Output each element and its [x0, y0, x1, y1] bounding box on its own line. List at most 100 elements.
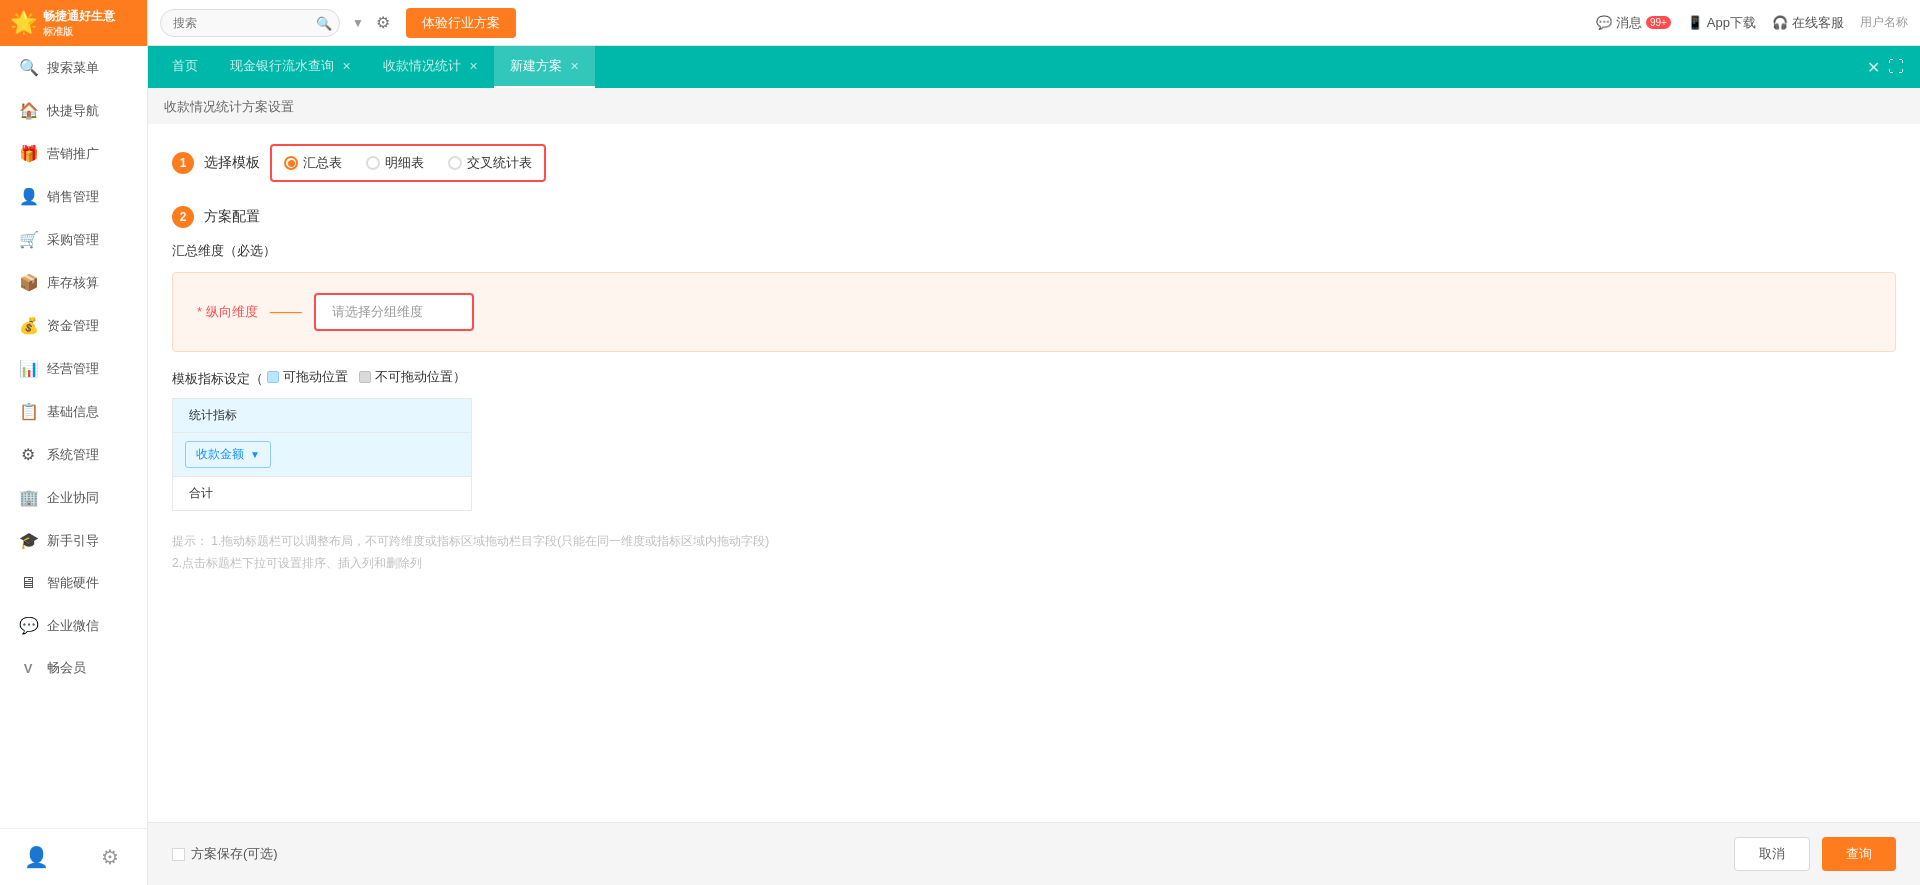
template-option-cross[interactable]: 交叉统计表: [448, 154, 532, 172]
draggable-text: 可拖动位置: [283, 368, 348, 386]
template-options-box: 汇总表 明细表 交叉统计表: [270, 144, 546, 182]
tag-dropdown-icon: ▼: [250, 449, 260, 460]
search-icon: 🔍: [316, 15, 332, 30]
dimension-row: * 纵向维度 —— 请选择分组维度: [197, 293, 1871, 331]
notification-item[interactable]: 💬 消息 99+: [1596, 14, 1671, 32]
collection-amount-tag[interactable]: 收款金额 ▼: [185, 441, 271, 468]
sidebar-settings[interactable]: ⚙: [74, 837, 148, 877]
sidebar-item-label: 智能硬件: [47, 574, 99, 592]
sidebar-item-label: 采购管理: [47, 231, 99, 249]
logo-icon: 🌟: [10, 10, 37, 36]
sidebar-item-label: 经营管理: [47, 360, 99, 378]
username-label: 用户名称: [1860, 14, 1908, 31]
radio-summary-icon: [284, 156, 298, 170]
footer-area: 方案保存(可选) 取消 查询: [148, 822, 1920, 885]
avatar1-icon: 👤: [24, 845, 49, 869]
sidebar-item-new-guide[interactable]: 🎓 新手引导: [0, 519, 147, 562]
sidebar-item-capital[interactable]: 💰 资金管理: [0, 304, 147, 347]
clipboard-icon: 📋: [19, 402, 37, 421]
tab-bank-flow[interactable]: 现金银行流水查询 ✕: [214, 46, 367, 88]
template-option-summary[interactable]: 汇总表: [284, 154, 342, 172]
tab-new-plan[interactable]: 新建方案 ✕: [494, 46, 595, 88]
tab-bank-flow-label: 现金银行流水查询: [230, 57, 334, 75]
tab-bank-flow-close-icon[interactable]: ✕: [342, 60, 351, 73]
metrics-sum-row: 合计: [173, 477, 471, 510]
step2-header: 2 方案配置: [172, 206, 1896, 228]
sidebar-item-sys-mgmt[interactable]: ⚙ 系统管理: [0, 433, 147, 476]
metrics-label: 模板指标设定（ 可拖动位置 不可拖动位置）: [172, 368, 1896, 388]
sidebar-item-label: 系统管理: [47, 446, 99, 464]
sidebar-item-operations[interactable]: 📊 经营管理: [0, 347, 147, 390]
right-arrow-icon: ——: [270, 303, 302, 321]
topbar-right: 💬 消息 99+ 📱 App下载 🎧 在线客服 用户名称: [1596, 14, 1908, 32]
step1-header: 1 选择模板 汇总表 明细表 交叉统计表: [172, 144, 1896, 182]
logo-badge: 标准版: [43, 25, 115, 39]
sidebar-avatar1[interactable]: 👤: [0, 837, 74, 877]
sidebar-item-label: 销售管理: [47, 188, 99, 206]
maximize-icon[interactable]: ⛶: [1888, 58, 1904, 76]
tips-section: 提示： 1.拖动标题栏可以调整布局，不可跨维度或指标区域拖动栏目字段(只能在同一…: [172, 531, 1896, 574]
query-button[interactable]: 查询: [1822, 837, 1896, 871]
sidebar-item-smart-hw[interactable]: 🖥 智能硬件: [0, 562, 147, 604]
tab-collection-stat[interactable]: 收款情况统计 ✕: [367, 46, 494, 88]
settings-icon: ⚙: [101, 845, 119, 869]
sidebar-item-corp-wechat[interactable]: 💬 企业微信: [0, 604, 147, 647]
sidebar-item-purchase[interactable]: 🛒 采购管理: [0, 218, 147, 261]
tabbar-right-controls: ✕ ⛶: [1867, 46, 1912, 88]
sidebar-item-label: 搜索菜单: [47, 59, 99, 77]
sidebar-item-label: 库存核算: [47, 274, 99, 292]
content-area: 收款情况统计方案设置 1 选择模板 汇总表 明细表: [148, 88, 1920, 885]
tabbar: 首页 现金银行流水查询 ✕ 收款情况统计 ✕ 新建方案 ✕ ✕ ⛶: [148, 46, 1920, 88]
sidebar-item-label: 新手引导: [47, 532, 99, 550]
tip-line2: 2.点击标题栏下拉可设置排序、插入列和删除列: [172, 553, 1896, 575]
metrics-tag-row: 收款金额 ▼: [173, 433, 471, 477]
gear-icon: ⚙: [19, 445, 37, 464]
home-icon: 🏠: [19, 101, 37, 120]
online-support-item[interactable]: 🎧 在线客服: [1772, 14, 1844, 32]
gift-icon: 🎁: [19, 144, 37, 163]
sidebar-item-corp-collab[interactable]: 🏢 企业协同: [0, 476, 147, 519]
sidebar-item-basic-info[interactable]: 📋 基础信息: [0, 390, 147, 433]
metrics-section: 模板指标设定（ 可拖动位置 不可拖动位置）: [172, 368, 1896, 511]
sidebar-item-inventory[interactable]: 📦 库存核算: [0, 261, 147, 304]
tab-home[interactable]: 首页: [156, 46, 214, 88]
dimension-label-text: 汇总维度（必选）: [172, 243, 276, 258]
sidebar-item-label: 企业协同: [47, 489, 99, 507]
save-plan-checkbox-label[interactable]: 方案保存(可选): [172, 845, 278, 863]
sidebar-item-label: 快捷导航: [47, 102, 99, 120]
sidebar-item-label: 企业微信: [47, 617, 99, 635]
headset-icon: 🎧: [1772, 15, 1788, 30]
breadcrumb: 收款情况统计方案设置: [148, 88, 1920, 124]
close-window-icon[interactable]: ✕: [1867, 58, 1880, 77]
cancel-button[interactable]: 取消: [1734, 837, 1810, 871]
step1-section: 1 选择模板 汇总表 明细表 交叉统计表: [172, 144, 1896, 182]
guide-icon: 🎓: [19, 531, 37, 550]
person-icon: 👤: [19, 187, 37, 206]
sidebar-item-marketing[interactable]: 🎁 营销推广: [0, 132, 147, 175]
tab-new-plan-label: 新建方案: [510, 57, 562, 75]
metrics-header-label: 统计指标: [189, 408, 237, 422]
sidebar-item-sales[interactable]: 👤 销售管理: [0, 175, 147, 218]
bag-icon: 🛒: [19, 230, 37, 249]
topbar: 🔍 ▼ ⚙ 体验行业方案 💬 消息 99+ 📱 App下载 🎧 在线客服 用户名…: [148, 0, 1920, 46]
tab-collection-stat-close-icon[interactable]: ✕: [469, 60, 478, 73]
search-input[interactable]: [160, 9, 340, 37]
tab-home-label: 首页: [172, 57, 198, 75]
sidebar-item-members[interactable]: V 畅会员: [0, 647, 147, 689]
save-plan-checkbox[interactable]: [172, 848, 185, 861]
metrics-label-text: 模板指标设定（ 可拖动位置 不可拖动位置）: [172, 368, 466, 388]
sidebar-item-quick-nav[interactable]: 🏠 快捷导航: [0, 89, 147, 132]
main-area: 🔍 ▼ ⚙ 体验行业方案 💬 消息 99+ 📱 App下载 🎧 在线客服 用户名…: [148, 0, 1920, 885]
settings-gear-icon[interactable]: ⚙: [376, 13, 390, 32]
step2-num: 2: [172, 206, 194, 228]
tab-new-plan-close-icon[interactable]: ✕: [570, 60, 579, 73]
dimension-select-input[interactable]: 请选择分组维度: [314, 293, 474, 331]
sidebar-item-search-menu[interactable]: 🔍 搜索菜单: [0, 46, 147, 89]
template-option-detail[interactable]: 明细表: [366, 154, 424, 172]
step2-section: 2 方案配置 汇总维度（必选） * 纵向维度 —— 请选择分组维度: [172, 206, 1896, 574]
chart-icon: 📊: [19, 359, 37, 378]
app-download-item[interactable]: 📱 App下载: [1687, 14, 1756, 32]
vertical-dimension-label: * 纵向维度: [197, 303, 258, 321]
dropdown-arrow-icon[interactable]: ▼: [352, 16, 364, 30]
trial-industry-button[interactable]: 体验行业方案: [406, 8, 516, 38]
